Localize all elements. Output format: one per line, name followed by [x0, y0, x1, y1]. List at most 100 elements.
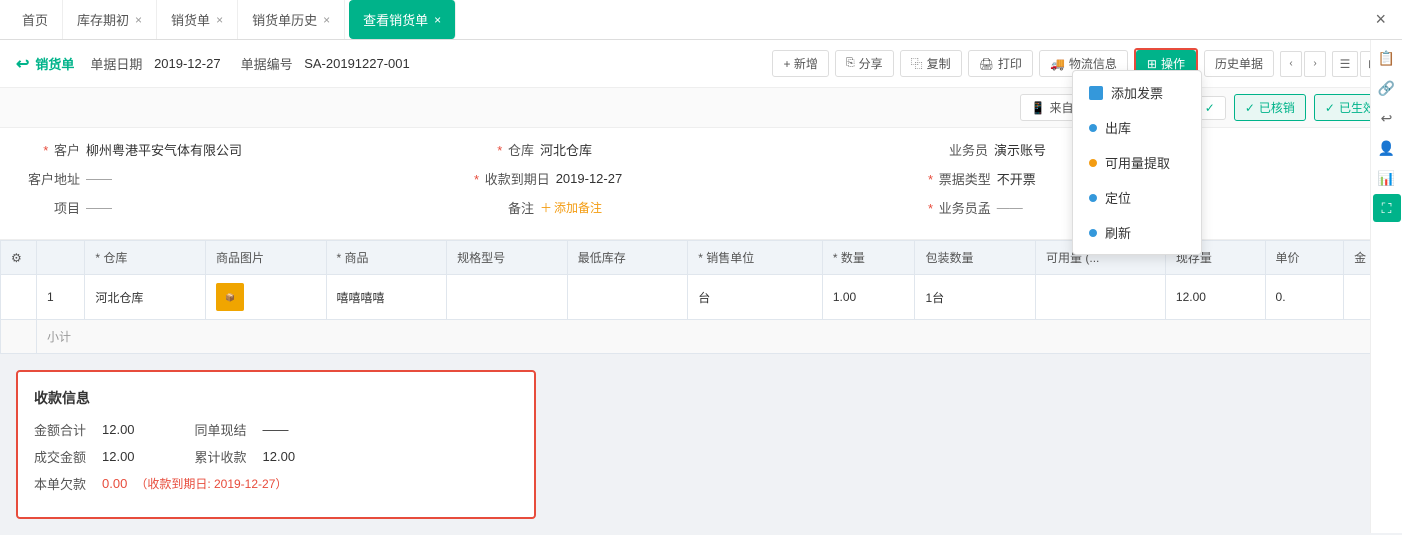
- check-icon: ✓: [1205, 101, 1215, 115]
- right-sidebar: 📋 🔗 ↩ 👤 📊 ⛶: [1370, 40, 1402, 533]
- row-warehouse: 河北仓库: [85, 275, 206, 320]
- current-owed-field: 本单欠款 0.00 （收款到期日: 2019-12-27）: [34, 474, 287, 493]
- col-settings: ⚙: [1, 241, 37, 275]
- col-unit: * 销售单位: [688, 241, 823, 275]
- col-warehouse: * 仓库: [85, 241, 206, 275]
- tab-view-sales[interactable]: 查看销货单 ×: [349, 0, 456, 39]
- col-product: * 商品: [326, 241, 447, 275]
- payment-row-3: 本单欠款 0.00 （收款到期日: 2019-12-27）: [34, 474, 518, 493]
- close-tab-view[interactable]: ×: [434, 13, 441, 27]
- revoked-button[interactable]: ✓ 已核销: [1234, 94, 1306, 121]
- dropdown-item-refresh[interactable]: 刷新: [1073, 215, 1201, 250]
- col-quantity: * 数量: [822, 241, 915, 275]
- row-unit-price: 0.: [1265, 275, 1344, 320]
- doc-title: ↩ 销货单: [16, 54, 74, 74]
- note-field: 备注 ＋ 添加备注: [474, 198, 928, 217]
- row-settings[interactable]: [1, 275, 37, 320]
- copy-icon: ⿻: [911, 55, 923, 72]
- subtotal-row: 小计: [1, 320, 1402, 354]
- row-available: [1036, 275, 1166, 320]
- print-button[interactable]: 🖨 打印: [968, 50, 1033, 77]
- due-date-field: * 收款到期日 2019-12-27: [474, 169, 928, 188]
- check-effective-icon: ✓: [1325, 101, 1335, 115]
- doc-date-label: 单据日期 2019-12-27: [90, 54, 220, 73]
- refresh-dot: [1089, 229, 1097, 237]
- window-close-button[interactable]: ×: [1367, 9, 1394, 30]
- product-table-container: ⚙ * 仓库 商品图片 * 商品 规格型号 最低库存 * 销售单位 * 数量 包…: [0, 240, 1402, 354]
- address-field: 客户地址 ——: [20, 169, 474, 188]
- extract-dot: [1089, 159, 1097, 167]
- history-button[interactable]: 历史单据: [1204, 50, 1274, 77]
- col-unit-price: 单价: [1265, 241, 1344, 275]
- new-button[interactable]: + 新增: [772, 50, 828, 77]
- payment-title: 收款信息: [34, 388, 518, 408]
- outbound-dot: [1089, 124, 1097, 132]
- truck-icon: 🚚: [1050, 57, 1065, 71]
- product-table: ⚙ * 仓库 商品图片 * 商品 规格型号 最低库存 * 销售单位 * 数量 包…: [0, 240, 1402, 354]
- payment-section: 收款信息 金额合计 12.00 同单现结 —— 成交金额 12.00 累计收款 …: [16, 370, 536, 519]
- tab-inventory-init[interactable]: 库存期初 ×: [63, 0, 157, 39]
- dropdown-item-locate[interactable]: 定位: [1073, 180, 1201, 215]
- doc-number-label: 单据编号 SA-20191227-001: [241, 54, 410, 73]
- col-min-stock: 最低库存: [567, 241, 688, 275]
- close-tab-inventory[interactable]: ×: [135, 13, 142, 27]
- tab-sales-order[interactable]: 销货单 ×: [157, 0, 238, 39]
- tab-home[interactable]: 首页: [8, 0, 63, 39]
- row-unit: 台: [688, 275, 823, 320]
- share-icon: ⎘: [846, 57, 855, 70]
- subtotal-label: 小计: [37, 320, 1402, 354]
- prev-doc-button[interactable]: ‹: [1280, 51, 1302, 77]
- operations-dropdown: 添加发票 出库 可用量提取 定位 刷新: [1072, 70, 1202, 255]
- col-package-qty: 包装数量: [915, 241, 1036, 275]
- dropdown-item-add-invoice[interactable]: 添加发票: [1073, 75, 1201, 110]
- payment-row-2: 成交金额 12.00 累计收款 12.00: [34, 447, 518, 466]
- invoice-icon: [1089, 86, 1103, 100]
- sidebar-icon-user[interactable]: 👤: [1373, 134, 1401, 162]
- warehouse-field: * 仓库 河北仓库: [474, 140, 928, 159]
- tab-bar: 首页 库存期初 × 销货单 × 销货单历史 × 查看销货单 × ×: [0, 0, 1402, 40]
- check-revoked-icon: ✓: [1245, 101, 1255, 115]
- table-row: 1 河北仓库 📦 嘻嘻嘻嘻 台 1.00 1台 12.00 0.: [1, 275, 1402, 320]
- sidebar-icon-copy[interactable]: 📋: [1373, 44, 1401, 72]
- locate-dot: [1089, 194, 1097, 202]
- project-field: 项目 ——: [20, 198, 474, 217]
- sidebar-icon-expand[interactable]: ⛶: [1373, 194, 1401, 222]
- same-order-settlement-field: 同单现结 ——: [195, 420, 289, 439]
- doc-meta: 单据日期 2019-12-27 单据编号 SA-20191227-001: [90, 54, 409, 73]
- sidebar-icon-return[interactable]: ↩: [1373, 104, 1401, 132]
- col-image: 商品图片: [205, 241, 326, 275]
- row-image: 📦: [205, 275, 326, 320]
- phone-icon: 📱: [1031, 101, 1046, 115]
- payment-row-1: 金额合计 12.00 同单现结 ——: [34, 420, 518, 439]
- sidebar-icon-link[interactable]: 🔗: [1373, 74, 1401, 102]
- col-spec: 规格型号: [447, 241, 568, 275]
- customer-field: * 客户 柳州粤港平安气体有限公司: [20, 140, 474, 159]
- next-doc-button[interactable]: ›: [1304, 51, 1326, 77]
- tab-sales-history[interactable]: 销货单历史 ×: [238, 0, 345, 39]
- copy-button[interactable]: ⿻ 复制: [900, 50, 962, 77]
- sidebar-icon-chart[interactable]: 📊: [1373, 164, 1401, 192]
- close-tab-history[interactable]: ×: [323, 13, 330, 27]
- row-quantity: 1.00: [822, 275, 915, 320]
- transaction-amount-field: 成交金额 12.00: [34, 447, 135, 466]
- close-tab-sales[interactable]: ×: [216, 13, 223, 27]
- cumulative-receipt-field: 累计收款 12.00: [195, 447, 296, 466]
- doc-nav-arrows: ‹ ›: [1280, 51, 1326, 77]
- dropdown-item-outbound[interactable]: 出库: [1073, 110, 1201, 145]
- list-view-button[interactable]: ☰: [1332, 51, 1358, 77]
- row-seq: 1: [37, 275, 85, 320]
- row-package-qty: 1台: [915, 275, 1036, 320]
- row-spec: [447, 275, 568, 320]
- share-button[interactable]: ⎘ 分享: [835, 50, 894, 77]
- plus-icon: ＋: [540, 199, 552, 216]
- col-seq: [37, 241, 85, 275]
- print-icon: 🖨: [979, 57, 994, 71]
- add-note-button[interactable]: ＋ 添加备注: [540, 199, 602, 216]
- total-amount-field: 金额合计 12.00: [34, 420, 135, 439]
- row-product: 嘻嘻嘻嘻: [326, 275, 447, 320]
- row-stock: 12.00: [1165, 275, 1265, 320]
- grid-icon: ⊞: [1147, 57, 1157, 71]
- dropdown-item-available-extract[interactable]: 可用量提取: [1073, 145, 1201, 180]
- product-thumbnail: 📦: [216, 283, 244, 311]
- row-min-stock: [567, 275, 688, 320]
